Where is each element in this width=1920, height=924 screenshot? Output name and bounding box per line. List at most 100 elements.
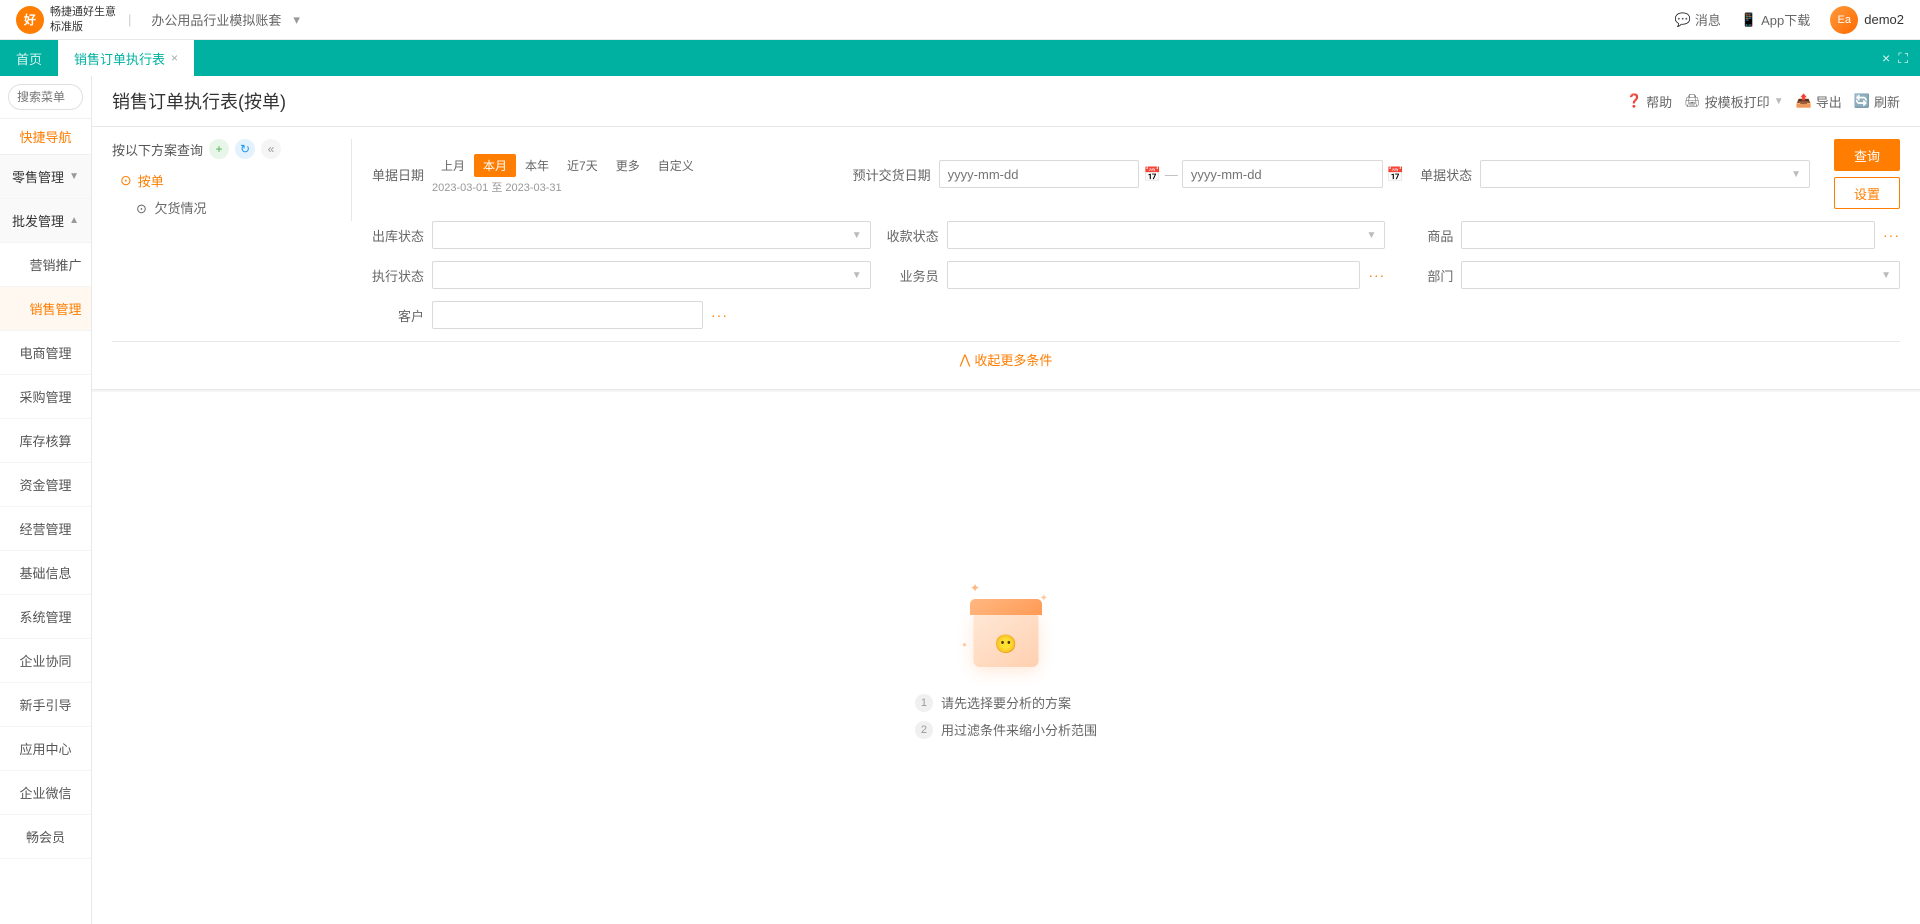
- topbar-title: 办公用品行业模拟账套: [151, 10, 281, 29]
- sidebar-item-quick-nav[interactable]: 快捷导航: [0, 119, 91, 155]
- scheme-item-order[interactable]: ⊙ 按单: [112, 167, 339, 194]
- status-dropdown-icon: ▼: [1791, 169, 1801, 180]
- goods-input[interactable]: [1461, 221, 1875, 249]
- sidebar-item-operation[interactable]: 经营管理: [0, 507, 91, 551]
- topbar-dropdown-icon[interactable]: ▾: [293, 12, 300, 28]
- customer-input[interactable]: [432, 301, 703, 329]
- collapse-panel-button[interactable]: «: [261, 139, 281, 159]
- execution-select[interactable]: ▼: [432, 261, 871, 289]
- filter-field-dept: 部门 ▼: [1397, 261, 1900, 289]
- print-icon: 🖨: [1684, 93, 1701, 109]
- tab-sales-order[interactable]: 销售订单执行表 ×: [58, 40, 194, 76]
- nav-tabs: 首页 销售订单执行表 × × ⛶: [0, 40, 1920, 76]
- dept-select[interactable]: ▼: [1461, 261, 1900, 289]
- sidebar: 快捷导航 零售管理 ▼ 批发管理 ▲ 营销推广 销售管理 电商管理 采购管理 库…: [0, 76, 92, 924]
- filter-field-execution: 执行状态 ▼: [368, 261, 871, 289]
- date-separator: —: [1165, 167, 1178, 182]
- payment-select[interactable]: ▼: [947, 221, 1386, 249]
- content-area: 销售订单执行表(按单) ❓ 帮助 🖨 按模板打印 ▼ 📤 导出 🔄 刷新: [92, 76, 1920, 924]
- export-button[interactable]: 📤 导出: [1796, 92, 1842, 111]
- sidebar-item-retail[interactable]: 零售管理 ▼: [0, 155, 91, 199]
- left-panel: 按以下方案查询 + ↻ « ⊙ 按单 ⊙ 欠货情况: [112, 139, 352, 221]
- filter-row-3: 执行状态 ▼ 业务员 ··· 部门: [368, 261, 1900, 289]
- print-dropdown-icon: ▼: [1774, 96, 1784, 107]
- goods-label: 商品: [1397, 226, 1453, 245]
- window-close-icon[interactable]: ×: [1882, 50, 1890, 66]
- user-area[interactable]: Ea demo2: [1830, 6, 1904, 34]
- delivery-select[interactable]: ▼: [432, 221, 871, 249]
- print-button[interactable]: 🖨 按模板打印 ▼: [1684, 92, 1783, 111]
- sidebar-item-inventory[interactable]: 库存核算: [0, 419, 91, 463]
- customer-more-icon[interactable]: ···: [711, 307, 728, 323]
- refresh-button[interactable]: 🔄 刷新: [1854, 92, 1900, 111]
- sidebar-item-marketing[interactable]: 营销推广: [0, 243, 91, 287]
- customer-label: 客户: [368, 306, 424, 325]
- refresh-scheme-button[interactable]: ↻: [235, 139, 255, 159]
- page-header: 销售订单执行表(按单) ❓ 帮助 🖨 按模板打印 ▼ 📤 导出 🔄 刷新: [92, 76, 1920, 127]
- sidebar-item-weixin[interactable]: 企业微信: [0, 771, 91, 815]
- date-tab-last-month[interactable]: 上月: [432, 154, 474, 177]
- sidebar-item-wholesale[interactable]: 批发管理 ▲: [0, 199, 91, 243]
- scheme-shortage-icon: ⊙: [136, 201, 147, 216]
- filter-field-date: 单据日期 上月 本月 本年 近7天 更多 自定义 20: [368, 154, 841, 195]
- step-number-2: 2: [915, 721, 933, 739]
- left-panel-header: 按以下方案查询 + ↻ «: [112, 139, 339, 159]
- tab-home[interactable]: 首页: [0, 40, 58, 76]
- sidebar-item-purchase[interactable]: 采购管理: [0, 375, 91, 419]
- app-download-button[interactable]: 📱 App下载: [1741, 10, 1810, 29]
- dept-label: 部门: [1397, 266, 1453, 285]
- sidebar-item-membership[interactable]: 畅会员: [0, 815, 91, 859]
- help-button[interactable]: ❓ 帮助: [1626, 92, 1672, 111]
- expected-date-start-input[interactable]: [939, 160, 1140, 188]
- date-tab-this-year[interactable]: 本年: [516, 154, 558, 177]
- date-tab-more[interactable]: 更多: [607, 154, 649, 177]
- sidebar-item-appstore[interactable]: 应用中心: [0, 727, 91, 771]
- sidebar-item-newuser[interactable]: 新手引导: [0, 683, 91, 727]
- message-button[interactable]: 💬 消息: [1675, 10, 1721, 29]
- topbar-right: 💬 消息 📱 App下载 Ea demo2: [1675, 6, 1904, 34]
- filter-field-salesman: 业务员 ···: [883, 261, 1386, 289]
- status-select[interactable]: ▼: [1480, 160, 1810, 188]
- filter-area: 按以下方案查询 + ↻ « ⊙ 按单 ⊙ 欠货情况: [92, 127, 1920, 390]
- empty-steps: 1 请先选择要分析的方案 2 用过滤条件来缩小分析范围: [915, 693, 1097, 739]
- collapse-button[interactable]: ⋀ 收起更多条件: [112, 341, 1900, 377]
- sidebar-search-area: [0, 76, 91, 119]
- calendar-end-icon[interactable]: 📅: [1387, 166, 1404, 183]
- date-tabs: 上月 本月 本年 近7天 更多 自定义: [432, 154, 841, 177]
- filter-row-1: 单据日期 上月 本月 本年 近7天 更多 自定义 20: [368, 139, 1900, 209]
- execution-dropdown-icon: ▼: [852, 270, 862, 281]
- query-button[interactable]: 查询: [1834, 139, 1900, 171]
- expected-date-end-input[interactable]: [1182, 160, 1383, 188]
- chevron-up-icon: ▲: [69, 215, 79, 226]
- date-tab-this-month[interactable]: 本月: [474, 154, 516, 177]
- search-input[interactable]: [8, 84, 83, 110]
- salesman-label: 业务员: [883, 266, 939, 285]
- tab-close-icon[interactable]: ×: [171, 51, 178, 65]
- sidebar-item-ecommerce[interactable]: 电商管理: [0, 331, 91, 375]
- window-expand-icon[interactable]: ⛶: [1898, 50, 1908, 67]
- filter-field-delivery: 出库状态 ▼: [368, 221, 871, 249]
- empty-state: ✦ ✦ ● 😶 1 请先选择要分析的方案 2 用过滤条件来缩小分析范围: [92, 392, 1920, 924]
- sidebar-item-sales[interactable]: 销售管理: [0, 287, 91, 331]
- sidebar-item-system[interactable]: 系统管理: [0, 595, 91, 639]
- goods-more-icon[interactable]: ···: [1883, 227, 1900, 243]
- filter-field-payment: 收款状态 ▼: [883, 221, 1386, 249]
- add-scheme-button[interactable]: +: [209, 139, 229, 159]
- date-tab-7days[interactable]: 近7天: [558, 154, 607, 177]
- salesman-more-icon[interactable]: ···: [1368, 267, 1385, 283]
- calendar-start-icon[interactable]: 📅: [1143, 166, 1160, 183]
- refresh-icon: 🔄: [1854, 93, 1870, 109]
- sidebar-item-enterprise[interactable]: 企业协同: [0, 639, 91, 683]
- nav-tabs-right: × ⛶: [1882, 50, 1920, 67]
- dept-dropdown-icon: ▼: [1881, 270, 1891, 281]
- date-tab-custom[interactable]: 自定义: [649, 154, 703, 177]
- sidebar-item-basic-info[interactable]: 基础信息: [0, 551, 91, 595]
- settings-button[interactable]: 设置: [1834, 177, 1900, 209]
- filter-field-status: 单据状态 ▼: [1416, 160, 1810, 188]
- filter-row-top: 按以下方案查询 + ↻ « ⊙ 按单 ⊙ 欠货情况: [112, 139, 1900, 329]
- scheme-item-shortage[interactable]: ⊙ 欠货情况: [112, 194, 339, 221]
- salesman-input[interactable]: [947, 261, 1361, 289]
- sidebar-item-finance[interactable]: 资金管理: [0, 463, 91, 507]
- export-icon: 📤: [1796, 93, 1812, 109]
- filter-field-expected-date: 预计交货日期 📅 — 📅: [853, 160, 1404, 188]
